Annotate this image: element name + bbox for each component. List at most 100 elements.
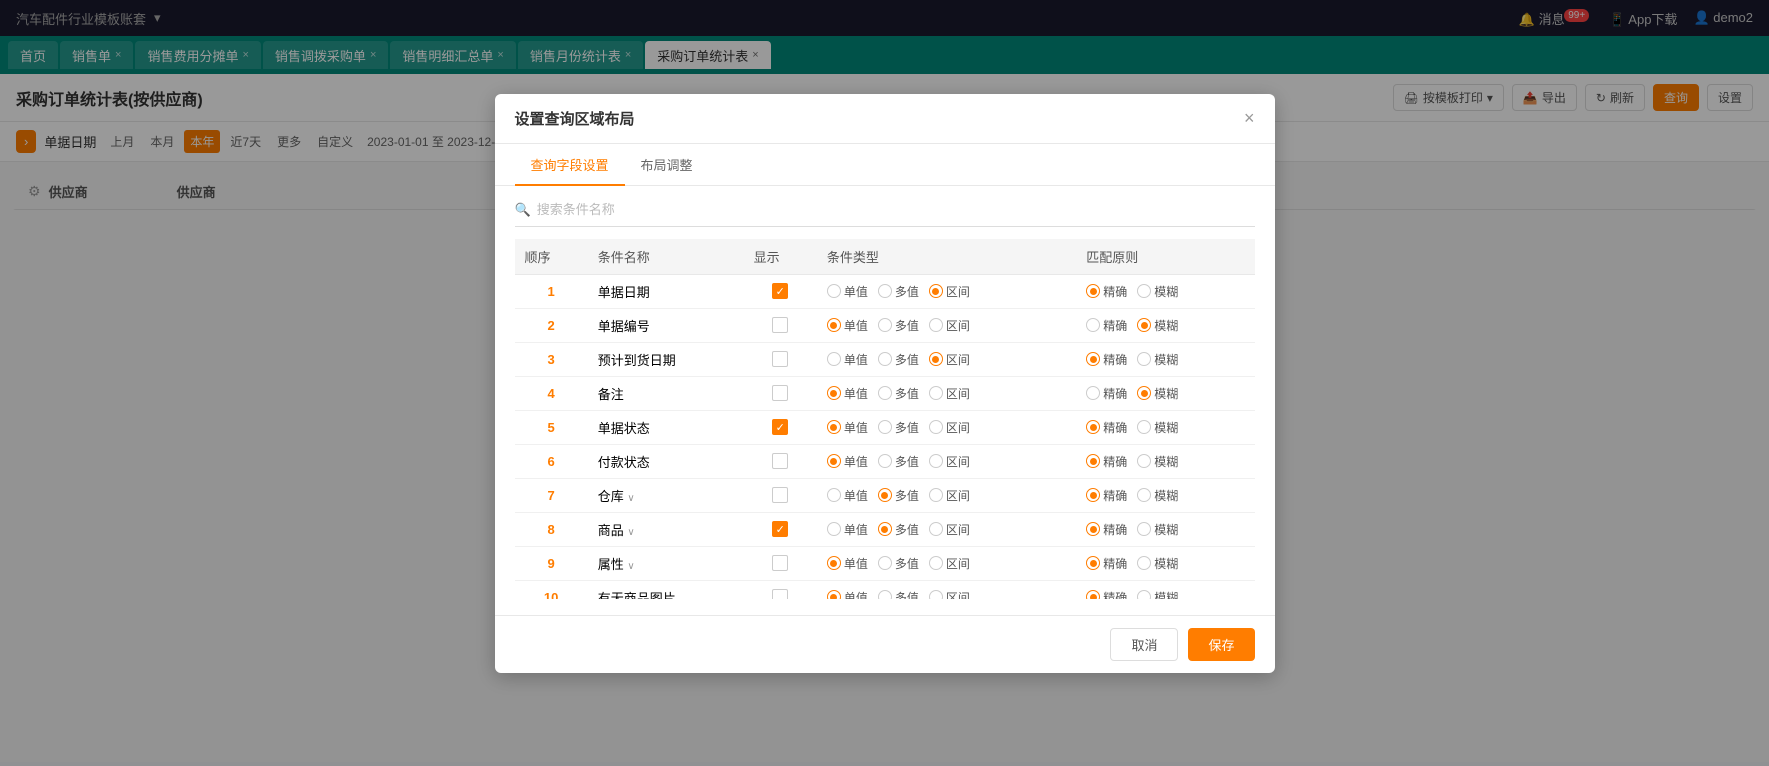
match-radio[interactable] [1086, 420, 1100, 434]
match-radio-item[interactable]: 精确 [1086, 589, 1127, 599]
type-radio-item[interactable]: 多值 [878, 487, 919, 504]
type-radio[interactable] [929, 590, 943, 599]
type-radio-item[interactable]: 多值 [878, 589, 919, 599]
match-radio[interactable] [1086, 454, 1100, 468]
type-radio-item[interactable]: 区间 [929, 351, 970, 368]
match-radio[interactable] [1086, 590, 1100, 599]
match-radio-item[interactable]: 精确 [1086, 385, 1127, 402]
match-radio[interactable] [1086, 522, 1100, 536]
type-radio[interactable] [878, 420, 892, 434]
type-radio[interactable] [827, 590, 841, 599]
type-radio-item[interactable]: 多值 [878, 521, 919, 538]
type-radio-item[interactable]: 区间 [929, 487, 970, 504]
modal-close-button[interactable]: × [1244, 108, 1255, 129]
type-radio-item[interactable]: 多值 [878, 283, 919, 300]
display-checkbox[interactable] [772, 419, 788, 435]
type-radio-item[interactable]: 多值 [878, 351, 919, 368]
match-radio[interactable] [1086, 284, 1100, 298]
type-radio-item[interactable]: 单值 [827, 487, 868, 504]
type-radio-item[interactable]: 区间 [929, 317, 970, 334]
type-radio[interactable] [878, 318, 892, 332]
match-radio-item[interactable]: 精确 [1086, 351, 1127, 368]
type-radio[interactable] [827, 488, 841, 502]
type-radio[interactable] [878, 284, 892, 298]
type-radio[interactable] [827, 522, 841, 536]
match-radio-item[interactable]: 模糊 [1137, 419, 1178, 436]
type-radio[interactable] [878, 556, 892, 570]
display-checkbox[interactable] [772, 317, 788, 333]
match-radio-item[interactable]: 精确 [1086, 317, 1127, 334]
match-radio[interactable] [1086, 386, 1100, 400]
type-radio-item[interactable]: 多值 [878, 385, 919, 402]
type-radio-item[interactable]: 区间 [929, 283, 970, 300]
display-checkbox[interactable] [772, 453, 788, 469]
match-radio[interactable] [1137, 352, 1151, 366]
modal-search-input[interactable] [537, 202, 737, 217]
type-radio-item[interactable]: 单值 [827, 555, 868, 572]
type-radio[interactable] [878, 488, 892, 502]
type-radio[interactable] [827, 352, 841, 366]
match-radio[interactable] [1137, 420, 1151, 434]
type-radio-item[interactable]: 区间 [929, 385, 970, 402]
match-radio-item[interactable]: 模糊 [1137, 283, 1178, 300]
match-radio[interactable] [1137, 590, 1151, 599]
match-radio-item[interactable]: 模糊 [1137, 351, 1178, 368]
type-radio-item[interactable]: 单值 [827, 385, 868, 402]
display-checkbox[interactable] [772, 487, 788, 503]
type-radio-item[interactable]: 单值 [827, 419, 868, 436]
type-radio[interactable] [929, 556, 943, 570]
type-radio[interactable] [878, 522, 892, 536]
type-radio[interactable] [827, 454, 841, 468]
type-radio-item[interactable]: 单值 [827, 317, 868, 334]
match-radio-item[interactable]: 模糊 [1137, 589, 1178, 599]
match-radio[interactable] [1086, 352, 1100, 366]
type-radio[interactable] [929, 386, 943, 400]
display-checkbox[interactable] [772, 521, 788, 537]
match-radio-item[interactable]: 模糊 [1137, 385, 1178, 402]
match-radio-item[interactable]: 精确 [1086, 283, 1127, 300]
display-checkbox[interactable] [772, 283, 788, 299]
match-radio[interactable] [1137, 284, 1151, 298]
display-checkbox[interactable] [772, 385, 788, 401]
match-radio[interactable] [1086, 318, 1100, 332]
type-radio[interactable] [929, 318, 943, 332]
type-radio[interactable] [929, 454, 943, 468]
type-radio-item[interactable]: 单值 [827, 283, 868, 300]
match-radio-item[interactable]: 精确 [1086, 453, 1127, 470]
match-radio[interactable] [1137, 556, 1151, 570]
type-radio-item[interactable]: 区间 [929, 521, 970, 538]
match-radio[interactable] [1137, 454, 1151, 468]
match-radio-item[interactable]: 精确 [1086, 419, 1127, 436]
type-radio[interactable] [929, 352, 943, 366]
match-radio-item[interactable]: 模糊 [1137, 555, 1178, 572]
type-radio-item[interactable]: 单值 [827, 351, 868, 368]
display-checkbox[interactable] [772, 555, 788, 571]
cancel-button[interactable]: 取消 [1110, 628, 1178, 661]
display-checkbox[interactable] [772, 589, 788, 599]
type-radio-item[interactable]: 多值 [878, 555, 919, 572]
display-checkbox[interactable] [772, 351, 788, 367]
match-radio-item[interactable]: 模糊 [1137, 487, 1178, 504]
match-radio-item[interactable]: 模糊 [1137, 521, 1178, 538]
type-radio-item[interactable]: 区间 [929, 453, 970, 470]
match-radio-item[interactable]: 精确 [1086, 521, 1127, 538]
match-radio-item[interactable]: 模糊 [1137, 317, 1178, 334]
save-button[interactable]: 保存 [1188, 628, 1254, 661]
type-radio[interactable] [878, 590, 892, 599]
type-radio[interactable] [827, 386, 841, 400]
type-radio[interactable] [878, 386, 892, 400]
match-radio-item[interactable]: 精确 [1086, 555, 1127, 572]
type-radio-item[interactable]: 区间 [929, 419, 970, 436]
match-radio[interactable] [1086, 556, 1100, 570]
type-radio[interactable] [827, 420, 841, 434]
match-radio[interactable] [1086, 488, 1100, 502]
type-radio[interactable] [878, 454, 892, 468]
type-radio-item[interactable]: 单值 [827, 521, 868, 538]
type-radio[interactable] [878, 352, 892, 366]
match-radio[interactable] [1137, 318, 1151, 332]
type-radio-item[interactable]: 区间 [929, 555, 970, 572]
type-radio-item[interactable]: 单值 [827, 589, 868, 599]
match-radio[interactable] [1137, 522, 1151, 536]
type-radio[interactable] [827, 284, 841, 298]
match-radio-item[interactable]: 模糊 [1137, 453, 1178, 470]
